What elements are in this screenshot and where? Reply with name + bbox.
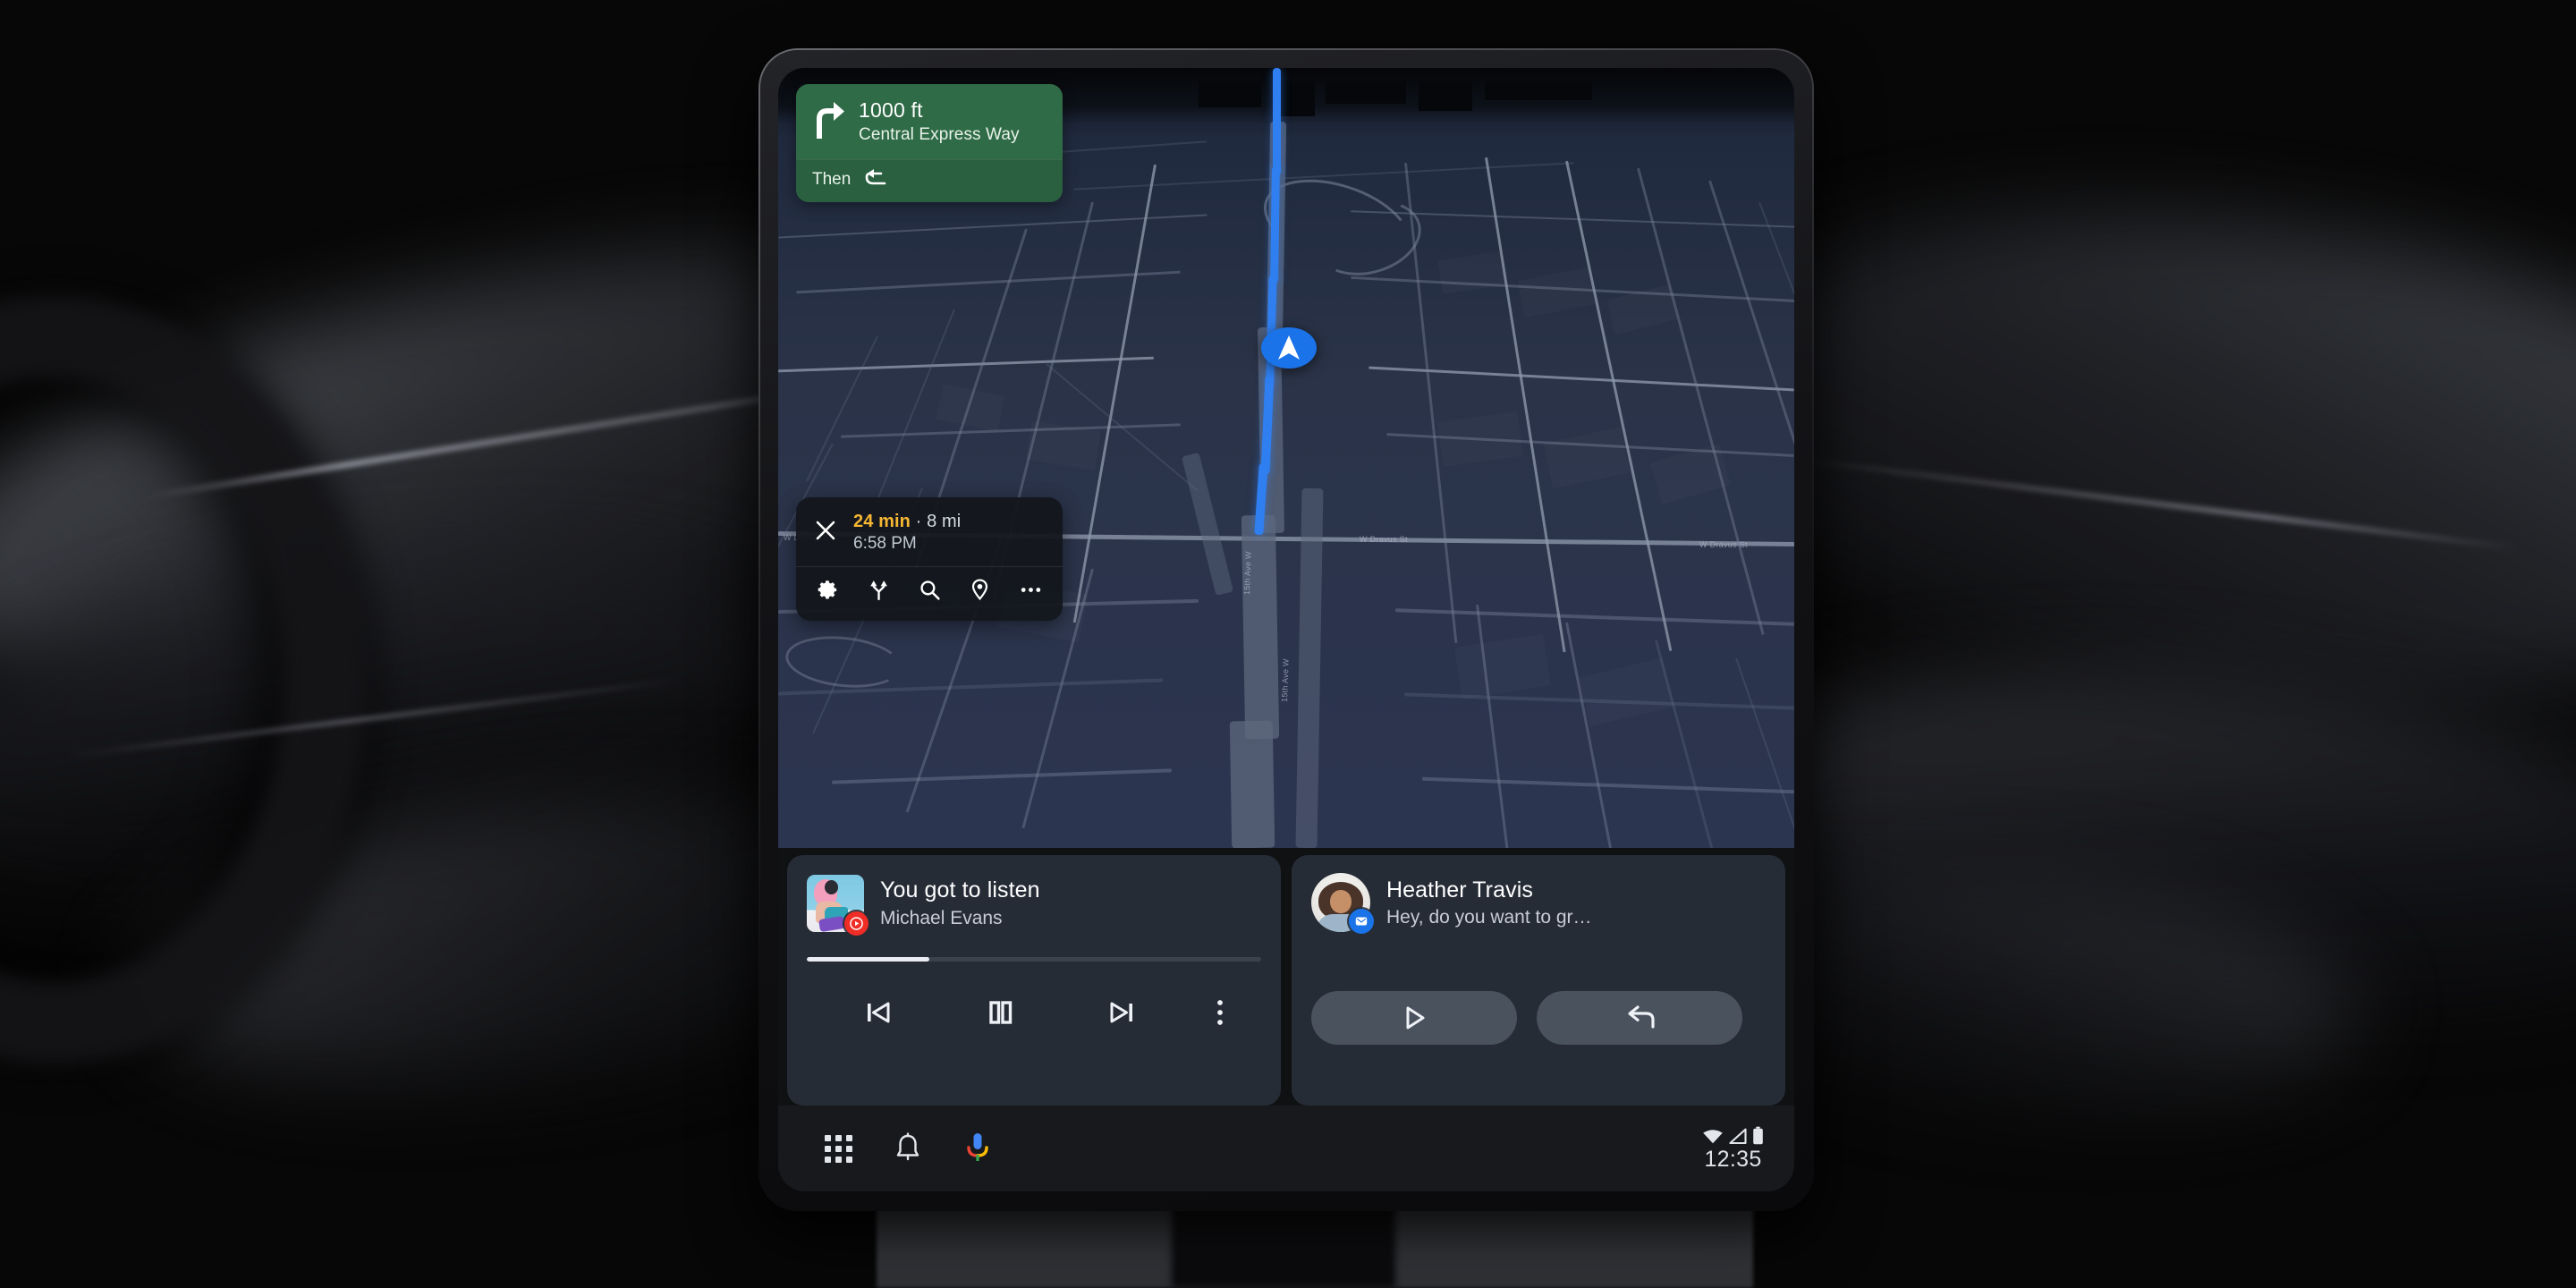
avatar-wrapper xyxy=(1311,873,1374,934)
turn-banner-main: 1000 ft Central Express Way xyxy=(796,84,1063,159)
play-icon xyxy=(1406,1006,1425,1030)
turn-banner-then: Then xyxy=(796,159,1063,202)
reply-message-button[interactable] xyxy=(1537,991,1742,1045)
message-texts: Heather Travis Hey, do you want to gr… xyxy=(1386,877,1592,928)
media-overflow-button[interactable] xyxy=(1182,979,1258,1046)
status-area: 12:35 xyxy=(1702,1125,1794,1173)
navigation-arrow-icon xyxy=(1261,327,1317,369)
media-texts: You got to listen Michael Evans xyxy=(880,877,1040,929)
notifications-button[interactable] xyxy=(873,1114,943,1183)
road-label: W Dravus St xyxy=(1360,535,1408,544)
car-interior-backdrop: W Dravus St W Dravus St W Dravus St W Dr… xyxy=(0,0,2576,1288)
skip-next-button[interactable] xyxy=(1061,979,1182,1046)
play-message-button[interactable] xyxy=(1311,991,1517,1045)
app-grid-button[interactable] xyxy=(803,1114,873,1183)
bottom-nav-bar: 12:35 xyxy=(778,1106,1794,1191)
then-label: Then xyxy=(812,169,852,189)
eta-action-bar xyxy=(796,566,1063,621)
status-icons xyxy=(1702,1125,1764,1145)
android-auto-screen: W Dravus St W Dravus St W Dravus St W Dr… xyxy=(778,68,1794,1191)
route-line xyxy=(1273,68,1281,175)
cards-row: You got to listen Michael Evans Heather … xyxy=(787,855,1785,1106)
eta-separator: · xyxy=(915,512,922,531)
eta-card[interactable]: 24 min · 8 mi 6:58 PM xyxy=(796,497,1063,621)
message-card-header: Heather Travis Hey, do you want to gr… xyxy=(1292,855,1785,934)
youtube-music-icon xyxy=(844,911,869,936)
skip-previous-button[interactable] xyxy=(818,979,939,1046)
battery-full-icon xyxy=(1753,1126,1763,1144)
route-alternatives-icon[interactable] xyxy=(867,578,891,606)
eta-card-top: 24 min · 8 mi 6:58 PM xyxy=(796,497,1063,566)
message-sender: Heather Travis xyxy=(1386,877,1533,902)
turn-banner-texts: 1000 ft Central Express Way xyxy=(859,98,1020,145)
road-label: W Dravus St xyxy=(1699,540,1748,549)
media-title: You got to listen xyxy=(880,877,1040,902)
media-card[interactable]: You got to listen Michael Evans xyxy=(787,855,1281,1106)
nav-bar-left xyxy=(778,1114,1013,1183)
media-progress-bar[interactable] xyxy=(807,957,1261,962)
turn-banner[interactable]: 1000 ft Central Express Way Then xyxy=(796,84,1063,202)
road-label: 15th Ave W xyxy=(1242,550,1253,596)
turn-distance: 1000 ft xyxy=(859,98,923,122)
more-horizontal-icon[interactable] xyxy=(1019,578,1043,606)
status-clock: 12:35 xyxy=(1704,1146,1762,1172)
google-messages-icon xyxy=(1349,909,1374,934)
location-pin-icon[interactable] xyxy=(968,578,992,606)
road-label: 15th Ave W xyxy=(1280,657,1291,703)
media-progress-fill xyxy=(807,957,930,962)
apps-grid-icon xyxy=(824,1134,852,1163)
album-art-wrapper xyxy=(807,875,869,936)
eta-summary: 24 min · 8 mi xyxy=(853,512,961,532)
media-artist: Michael Evans xyxy=(880,908,1003,928)
message-actions xyxy=(1311,991,1742,1045)
route-line xyxy=(1270,165,1280,284)
reply-icon xyxy=(1628,1005,1655,1029)
close-icon[interactable] xyxy=(814,519,837,547)
car-display-unit: W Dravus St W Dravus St W Dravus St W Dr… xyxy=(758,48,1814,1211)
display-stand xyxy=(1172,1199,1395,1288)
settings-icon[interactable] xyxy=(816,578,840,606)
wifi-icon xyxy=(1703,1129,1723,1143)
u-turn-left-icon xyxy=(863,168,886,191)
map-view[interactable]: W Dravus St W Dravus St W Dravus St W Dr… xyxy=(778,68,1794,848)
google-assistant-mic-icon xyxy=(967,1133,988,1161)
eta-texts: 24 min · 8 mi 6:58 PM xyxy=(853,512,961,554)
assistant-button[interactable] xyxy=(943,1114,1013,1183)
search-icon[interactable] xyxy=(918,578,942,606)
pause-button[interactable] xyxy=(939,979,1061,1046)
turn-right-icon xyxy=(812,99,846,145)
eta-duration: 24 min xyxy=(853,512,911,531)
media-card-header: You got to listen Michael Evans xyxy=(787,855,1281,936)
turn-street-name: Central Express Way xyxy=(859,125,1020,144)
cellular-signal-icon xyxy=(1729,1128,1747,1144)
eta-distance: 8 mi xyxy=(927,512,962,531)
eta-arrival-time: 6:58 PM xyxy=(853,534,917,553)
message-card[interactable]: Heather Travis Hey, do you want to gr… xyxy=(1292,855,1785,1106)
media-controls xyxy=(787,979,1281,1046)
message-preview: Hey, do you want to gr… xyxy=(1386,906,1592,928)
bell-icon xyxy=(896,1132,919,1161)
